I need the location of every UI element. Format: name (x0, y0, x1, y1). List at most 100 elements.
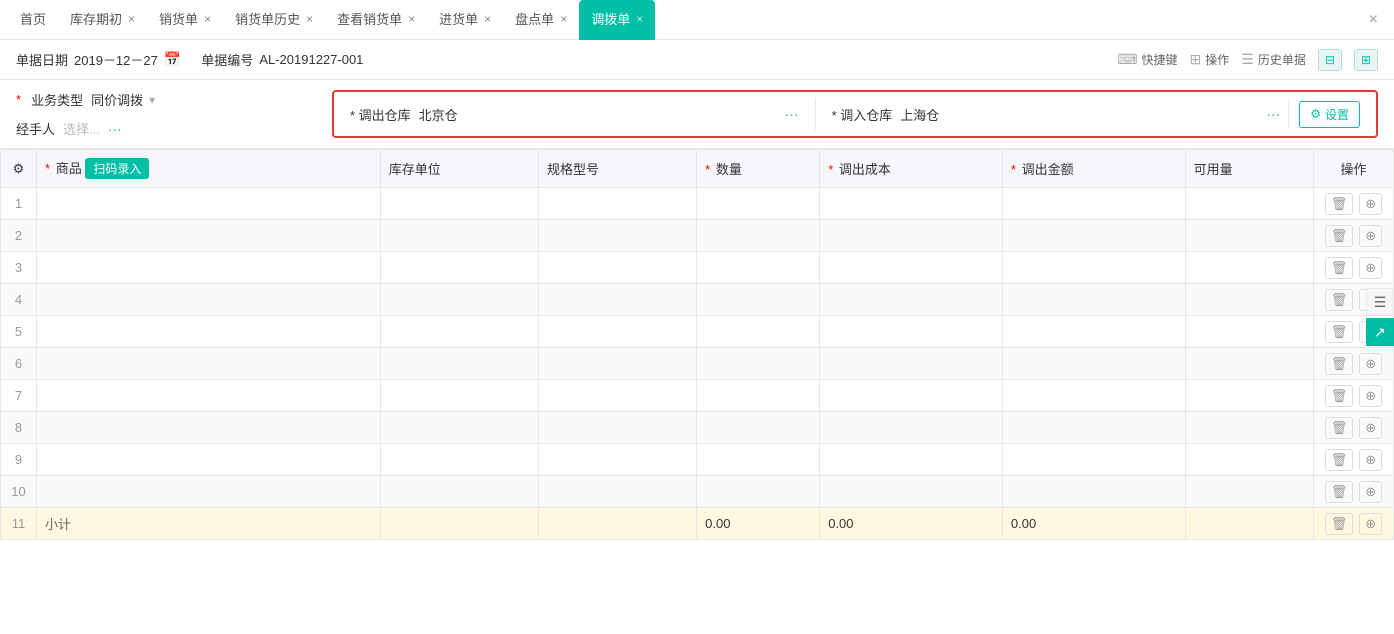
cell-available[interactable] (1185, 476, 1313, 508)
tab-close-sales-order[interactable]: × (204, 12, 211, 26)
copy-row-btn[interactable]: ⊕ (1359, 481, 1382, 503)
cell-available[interactable] (1185, 316, 1313, 348)
cell-unit[interactable] (380, 252, 538, 284)
cell-amount[interactable] (1002, 380, 1185, 412)
tab-sales-order[interactable]: 销货单 × (147, 0, 223, 40)
cell-product[interactable] (37, 284, 381, 316)
cell-unit[interactable] (380, 476, 538, 508)
copy-row-btn[interactable]: ⊕ (1359, 353, 1382, 375)
cell-product[interactable] (37, 380, 381, 412)
delete-row-btn[interactable]: 🗑 (1325, 225, 1354, 247)
cell-cost[interactable] (820, 188, 1003, 220)
out-warehouse-more[interactable]: ··· (785, 106, 799, 122)
scan-btn[interactable]: 扫码录入 (85, 158, 149, 179)
cell-cost[interactable] (820, 284, 1003, 316)
tab-purchase-order[interactable]: 进货单 × (427, 0, 503, 40)
cell-cost[interactable] (820, 476, 1003, 508)
delete-row-btn[interactable]: 🗑 (1325, 449, 1354, 471)
copy-row-btn[interactable]: ⊕ (1359, 417, 1382, 439)
cell-qty[interactable] (697, 252, 820, 284)
cell-spec[interactable] (538, 284, 696, 316)
delete-row-btn[interactable]: 🗑 (1325, 353, 1354, 375)
tab-inventory-init[interactable]: 库存期初 × (58, 0, 147, 40)
cell-available[interactable] (1185, 348, 1313, 380)
cell-qty[interactable] (697, 188, 820, 220)
grid-view-btn[interactable]: ⊟ (1318, 49, 1342, 71)
cell-unit[interactable] (380, 348, 538, 380)
th-gear[interactable]: ⚙ (1, 150, 37, 188)
cell-amount[interactable] (1002, 348, 1185, 380)
in-warehouse-more[interactable]: ··· (1266, 106, 1280, 122)
cell-qty[interactable] (697, 316, 820, 348)
cell-unit[interactable] (380, 188, 538, 220)
history-btn[interactable]: ☰ 历史单据 (1241, 51, 1306, 68)
tab-close-inventory-check[interactable]: × (560, 12, 567, 26)
business-type-select[interactable]: 同价调拨 ▾ (91, 90, 211, 109)
cell-unit[interactable] (380, 220, 538, 252)
cell-amount[interactable] (1002, 220, 1185, 252)
copy-row-btn[interactable]: ⊕ (1359, 385, 1382, 407)
delete-row-btn[interactable]: 🗑 (1325, 193, 1354, 215)
cell-qty[interactable] (697, 284, 820, 316)
cell-amount[interactable] (1002, 188, 1185, 220)
tab-close-transfer-order[interactable]: × (636, 12, 643, 26)
cell-qty[interactable] (697, 380, 820, 412)
cell-qty[interactable] (697, 220, 820, 252)
cell-available[interactable] (1185, 412, 1313, 444)
right-float-export-btn[interactable]: ↗ (1366, 318, 1394, 346)
cell-available[interactable] (1185, 284, 1313, 316)
cell-cost[interactable] (820, 348, 1003, 380)
cell-cost[interactable] (820, 316, 1003, 348)
cell-spec[interactable] (538, 252, 696, 284)
cell-cost[interactable] (820, 380, 1003, 412)
cell-unit[interactable] (380, 316, 538, 348)
tab-inventory-check[interactable]: 盘点单 × (503, 0, 579, 40)
cell-qty[interactable] (697, 412, 820, 444)
cell-available[interactable] (1185, 220, 1313, 252)
cell-available[interactable] (1185, 188, 1313, 220)
cell-available[interactable] (1185, 380, 1313, 412)
cell-product[interactable] (37, 476, 381, 508)
cell-spec[interactable] (538, 380, 696, 412)
cell-unit[interactable] (380, 284, 538, 316)
cell-product[interactable] (37, 220, 381, 252)
cell-product[interactable] (37, 316, 381, 348)
cell-cost[interactable] (820, 444, 1003, 476)
delete-row-btn[interactable]: 🗑 (1325, 289, 1354, 311)
right-float-list-btn[interactable]: ☰ (1366, 288, 1394, 316)
window-close-button[interactable]: × (1369, 11, 1378, 29)
cell-spec[interactable] (538, 444, 696, 476)
cell-cost[interactable] (820, 252, 1003, 284)
cell-spec[interactable] (538, 220, 696, 252)
cell-spec[interactable] (538, 316, 696, 348)
cell-amount[interactable] (1002, 412, 1185, 444)
cell-cost[interactable] (820, 220, 1003, 252)
cell-amount[interactable] (1002, 252, 1185, 284)
delete-row-btn[interactable]: 🗑 (1325, 417, 1354, 439)
in-warehouse-value[interactable]: 上海仓 (900, 105, 939, 124)
cell-spec[interactable] (538, 188, 696, 220)
cell-available[interactable] (1185, 252, 1313, 284)
cell-spec[interactable] (538, 412, 696, 444)
out-warehouse-value[interactable]: 北京仓 (419, 105, 458, 124)
tab-sales-history[interactable]: 销货单历史 × (223, 0, 325, 40)
tab-close-purchase-order[interactable]: × (484, 12, 491, 26)
calendar-icon[interactable]: 📅 (164, 51, 181, 68)
operations-btn[interactable]: ⊞ 操作 (1190, 51, 1230, 68)
tab-transfer-order[interactable]: 调拨单 × (579, 0, 655, 40)
tab-close-inventory-init[interactable]: × (128, 12, 135, 26)
tab-home[interactable]: 首页 (8, 0, 58, 40)
cell-product[interactable] (37, 252, 381, 284)
cell-spec[interactable] (538, 348, 696, 380)
cell-amount[interactable] (1002, 476, 1185, 508)
cell-amount[interactable] (1002, 284, 1185, 316)
delete-row-btn[interactable]: 🗑 (1325, 257, 1354, 279)
shortcuts-btn[interactable]: ⌨ 快捷键 (1117, 51, 1177, 68)
copy-row-btn[interactable]: ⊕ (1359, 449, 1382, 471)
cell-unit[interactable] (380, 444, 538, 476)
delete-row-btn[interactable]: 🗑 (1325, 481, 1354, 503)
handler-more-btn[interactable]: ··· (108, 121, 122, 137)
cell-unit[interactable] (380, 412, 538, 444)
cell-spec[interactable] (538, 476, 696, 508)
grid-view-btn-2[interactable]: ⊞ (1354, 49, 1378, 71)
